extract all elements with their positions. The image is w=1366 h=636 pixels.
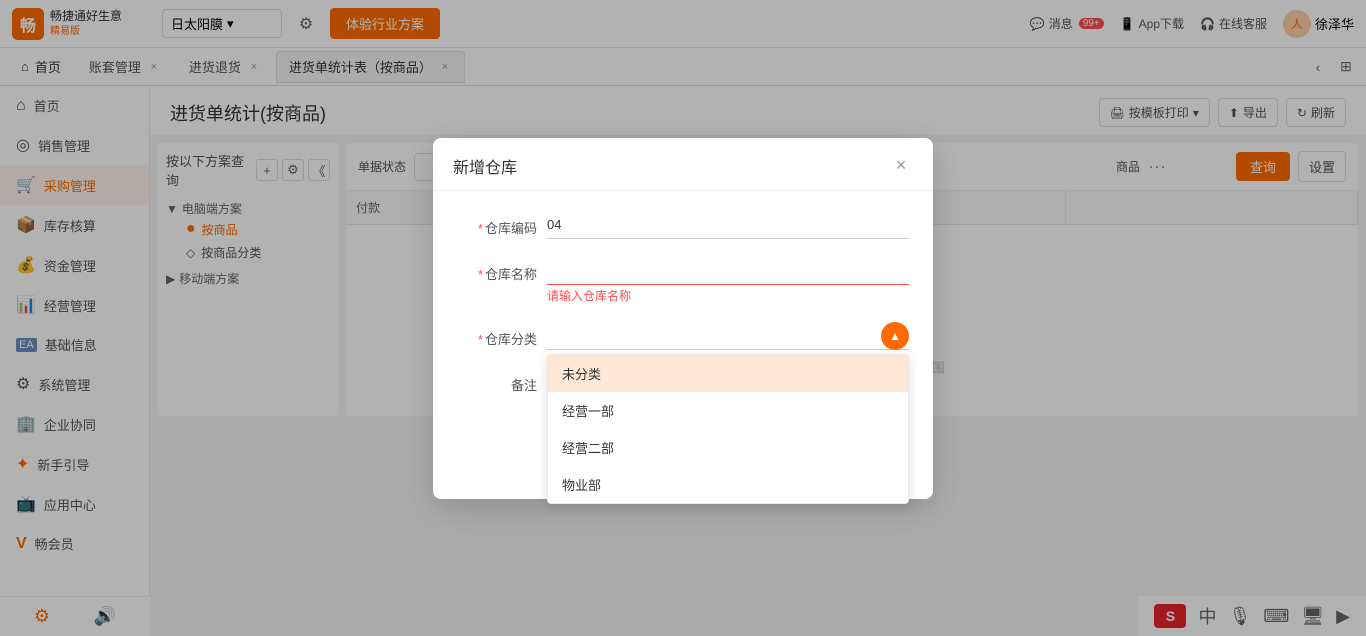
- new-warehouse-dialog: 新增仓库 × *仓库编码 *仓库名称 请输入仓库名称: [433, 138, 933, 499]
- dialog-close-button[interactable]: ×: [889, 154, 913, 178]
- category-arrow-button[interactable]: ▲: [881, 322, 909, 350]
- category-input[interactable]: [547, 322, 909, 350]
- warehouse-code-input[interactable]: [547, 211, 909, 239]
- dialog-body: *仓库编码 *仓库名称 请输入仓库名称 *仓库分类: [433, 191, 933, 434]
- name-error-text: 请输入仓库名称: [547, 287, 909, 304]
- category-dropdown: 未分类 经营一部 经营二部 物业部: [547, 354, 909, 504]
- form-row-name: *仓库名称 请输入仓库名称: [457, 257, 909, 304]
- category-label: *仓库分类: [457, 322, 537, 348]
- dropdown-item-dept1[interactable]: 经营一部: [548, 392, 908, 429]
- dialog-header: 新增仓库 ×: [433, 138, 933, 191]
- code-label: *仓库编码: [457, 211, 537, 237]
- dialog-title: 新增仓库: [453, 154, 517, 178]
- category-select-wrapper: ▲ 未分类 经营一部 经营二部 物业部: [547, 322, 909, 350]
- modal-overlay: 新增仓库 × *仓库编码 *仓库名称 请输入仓库名称: [0, 0, 1366, 636]
- dropdown-item-property[interactable]: 物业部: [548, 466, 908, 503]
- dropdown-item-none[interactable]: 未分类: [548, 355, 908, 392]
- form-row-category: *仓库分类 ▲ 未分类 经营一部 经营二部 物业部: [457, 322, 909, 350]
- name-input-wrapper: 请输入仓库名称: [547, 257, 909, 304]
- remark-label: 备注: [457, 368, 537, 394]
- warehouse-name-input[interactable]: [547, 257, 909, 285]
- dropdown-item-dept2[interactable]: 经营二部: [548, 429, 908, 466]
- name-label: *仓库名称: [457, 257, 537, 283]
- code-input-wrapper: [547, 211, 909, 239]
- form-row-code: *仓库编码: [457, 211, 909, 239]
